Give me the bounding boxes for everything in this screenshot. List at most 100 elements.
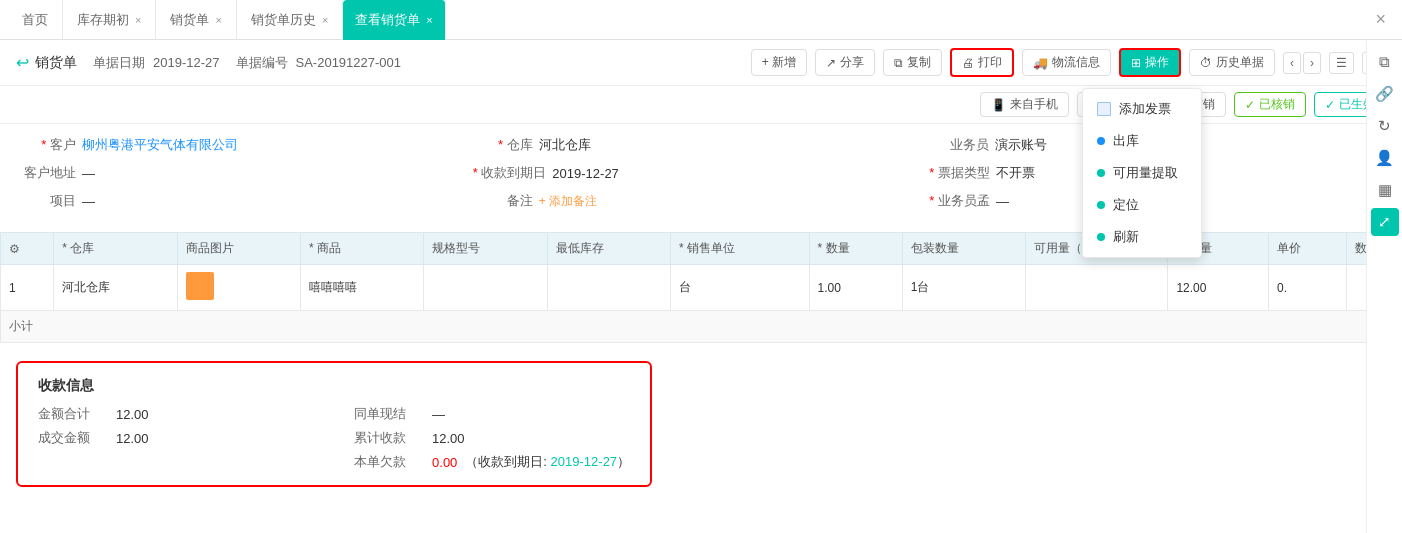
operation-button[interactable]: ⊞ 操作	[1119, 48, 1181, 77]
logistics-button[interactable]: 🚚 物流信息	[1022, 49, 1111, 76]
col-spec: 规格型号	[424, 233, 547, 265]
sidebar-table-icon[interactable]: ▦	[1371, 176, 1399, 204]
cell-quantity: 1.00	[809, 265, 902, 311]
history-button[interactable]: ⏱ 历史单据	[1189, 49, 1275, 76]
cell-product-img	[177, 265, 300, 311]
payment-section: 收款信息 金额合计 12.00 同单现结 — 成交金额 12.00 累计收款 1…	[0, 343, 1402, 497]
deal-amount-label: 成交金额	[38, 429, 108, 447]
payment-date-field: 收款到期日 2019-12-27	[473, 164, 930, 182]
available-qty-item[interactable]: 可用量提取	[1083, 157, 1201, 189]
from-phone-button[interactable]: 📱 来自手机	[980, 92, 1069, 117]
tab-inventory-close[interactable]: ×	[135, 14, 141, 26]
share-icon: ↗	[826, 56, 836, 70]
new-button[interactable]: + 新增	[751, 49, 807, 76]
cell-spec	[424, 265, 547, 311]
tab-view-sales[interactable]: 查看销货单 ×	[343, 0, 445, 40]
available-qty-dot-icon	[1097, 169, 1105, 177]
main-content: ↩ 销货单 单据日期 2019-12-27 单据编号 SA-20191227-0…	[0, 40, 1402, 533]
grid-icon: ⊞	[1131, 56, 1141, 70]
share-button[interactable]: ↗ 分享	[815, 49, 875, 76]
sidebar-expand-icon[interactable]: ⤢	[1371, 208, 1399, 236]
phone-icon: 📱	[991, 98, 1006, 112]
owed-label: 本单欠款	[354, 453, 424, 471]
outbound-item[interactable]: 出库	[1083, 125, 1201, 157]
nav-arrows: ‹ ›	[1283, 52, 1321, 74]
operation-dropdown: 添加发票 出库 可用量提取 定位 刷新	[1082, 88, 1202, 258]
tab-sales-history[interactable]: 销货单历史 ×	[237, 0, 343, 40]
doc-type-icon: ↩	[16, 53, 29, 72]
col-warehouse: * 仓库	[54, 233, 177, 265]
note-label: 备注	[473, 192, 533, 210]
refresh-item[interactable]: 刷新	[1083, 221, 1201, 253]
list-view-btn[interactable]: ☰	[1329, 52, 1354, 74]
amount-value: 12.00	[116, 407, 149, 422]
sidebar-rotate-icon[interactable]: ↻	[1371, 112, 1399, 140]
sales-staff-label: 业务员孟	[929, 192, 990, 210]
tab-inventory[interactable]: 库存期初 ×	[63, 0, 156, 40]
deal-amount-row: 成交金额 12.00	[38, 429, 314, 447]
invoice-icon	[1097, 102, 1111, 116]
col-gear: ⚙	[1, 233, 54, 265]
col-min-stock: 最低库存	[547, 233, 670, 265]
right-sidebar: ⧉ 🔗 ↻ 👤 ▦ ⤢	[1366, 40, 1402, 533]
amount-label: 金额合计	[38, 405, 108, 423]
locate-item[interactable]: 定位	[1083, 189, 1201, 221]
product-image	[186, 272, 214, 300]
customer-value[interactable]: 柳州粤港平安气体有限公司	[82, 136, 238, 154]
doc-date-label: 单据日期 2019-12-27	[93, 54, 220, 72]
payment-box: 收款信息 金额合计 12.00 同单现结 — 成交金额 12.00 累计收款 1…	[16, 361, 652, 487]
same-settle-label: 同单现结	[354, 405, 424, 423]
window-close-button[interactable]: ×	[1367, 9, 1394, 30]
cell-index: 1	[1, 265, 54, 311]
add-note-button[interactable]: + 添加备注	[539, 193, 597, 210]
tab-bar: 首页 库存期初 × 销货单 × 销货单历史 × 查看销货单 × ×	[0, 0, 1402, 40]
print-icon: 🖨	[962, 56, 974, 70]
add-invoice-label: 添加发票	[1119, 100, 1171, 118]
tab-sales[interactable]: 销货单 ×	[156, 0, 236, 40]
available-qty-label: 可用量提取	[1113, 164, 1178, 182]
locate-label: 定位	[1113, 196, 1139, 214]
project-value: —	[82, 194, 202, 209]
sidebar-user-icon[interactable]: 👤	[1371, 144, 1399, 172]
refresh-dot-icon	[1097, 233, 1105, 241]
address-field: 客户地址 —	[16, 164, 473, 182]
next-arrow[interactable]: ›	[1303, 52, 1321, 74]
tab-home[interactable]: 首页	[8, 0, 63, 40]
doc-meta: 单据日期 2019-12-27 单据编号 SA-20191227-001	[93, 54, 401, 72]
col-product: * 商品	[300, 233, 423, 265]
deal-amount-value: 12.00	[116, 431, 149, 446]
table-subtotal-row: 小计	[1, 311, 1402, 343]
payment-title: 收款信息	[38, 377, 630, 395]
cell-pack-qty: 1台	[902, 265, 1025, 311]
address-value: —	[82, 166, 202, 181]
confirmed-badge: ✓ 已核销	[1234, 92, 1306, 117]
outbound-dot-icon	[1097, 137, 1105, 145]
sidebar-copy-icon[interactable]: ⧉	[1371, 48, 1399, 76]
col-quantity: * 数量	[809, 233, 902, 265]
doc-title: ↩ 销货单	[16, 53, 77, 72]
cell-sales-unit: 台	[671, 265, 810, 311]
copy-button[interactable]: ⧉ 复制	[883, 49, 942, 76]
tab-view-sales-close[interactable]: ×	[426, 14, 432, 26]
print-button[interactable]: 🖨 打印	[950, 48, 1014, 77]
cell-available	[1026, 265, 1168, 311]
address-label: 客户地址	[16, 164, 76, 182]
owed-value: 0.00	[432, 455, 457, 470]
tab-sales-history-close[interactable]: ×	[322, 14, 328, 26]
add-invoice-item[interactable]: 添加发票	[1083, 93, 1201, 125]
cell-price: 0.	[1269, 265, 1347, 311]
cumulative-row: 累计收款 12.00	[354, 429, 630, 447]
locate-dot-icon	[1097, 201, 1105, 209]
copy-icon: ⧉	[894, 56, 903, 70]
amount-row: 金额合计 12.00	[38, 405, 314, 423]
prev-arrow[interactable]: ‹	[1283, 52, 1301, 74]
ticket-label: 票据类型	[929, 164, 990, 182]
project-label: 项目	[16, 192, 76, 210]
same-settle-value: —	[432, 407, 445, 422]
payment-date-value: 2019-12-27	[552, 166, 672, 181]
note-field: 备注 + 添加备注	[473, 192, 930, 210]
sidebar-link-icon[interactable]: 🔗	[1371, 80, 1399, 108]
tab-sales-close[interactable]: ×	[215, 14, 221, 26]
col-sales-unit: * 销售单位	[671, 233, 810, 265]
history-icon: ⏱	[1200, 56, 1212, 70]
